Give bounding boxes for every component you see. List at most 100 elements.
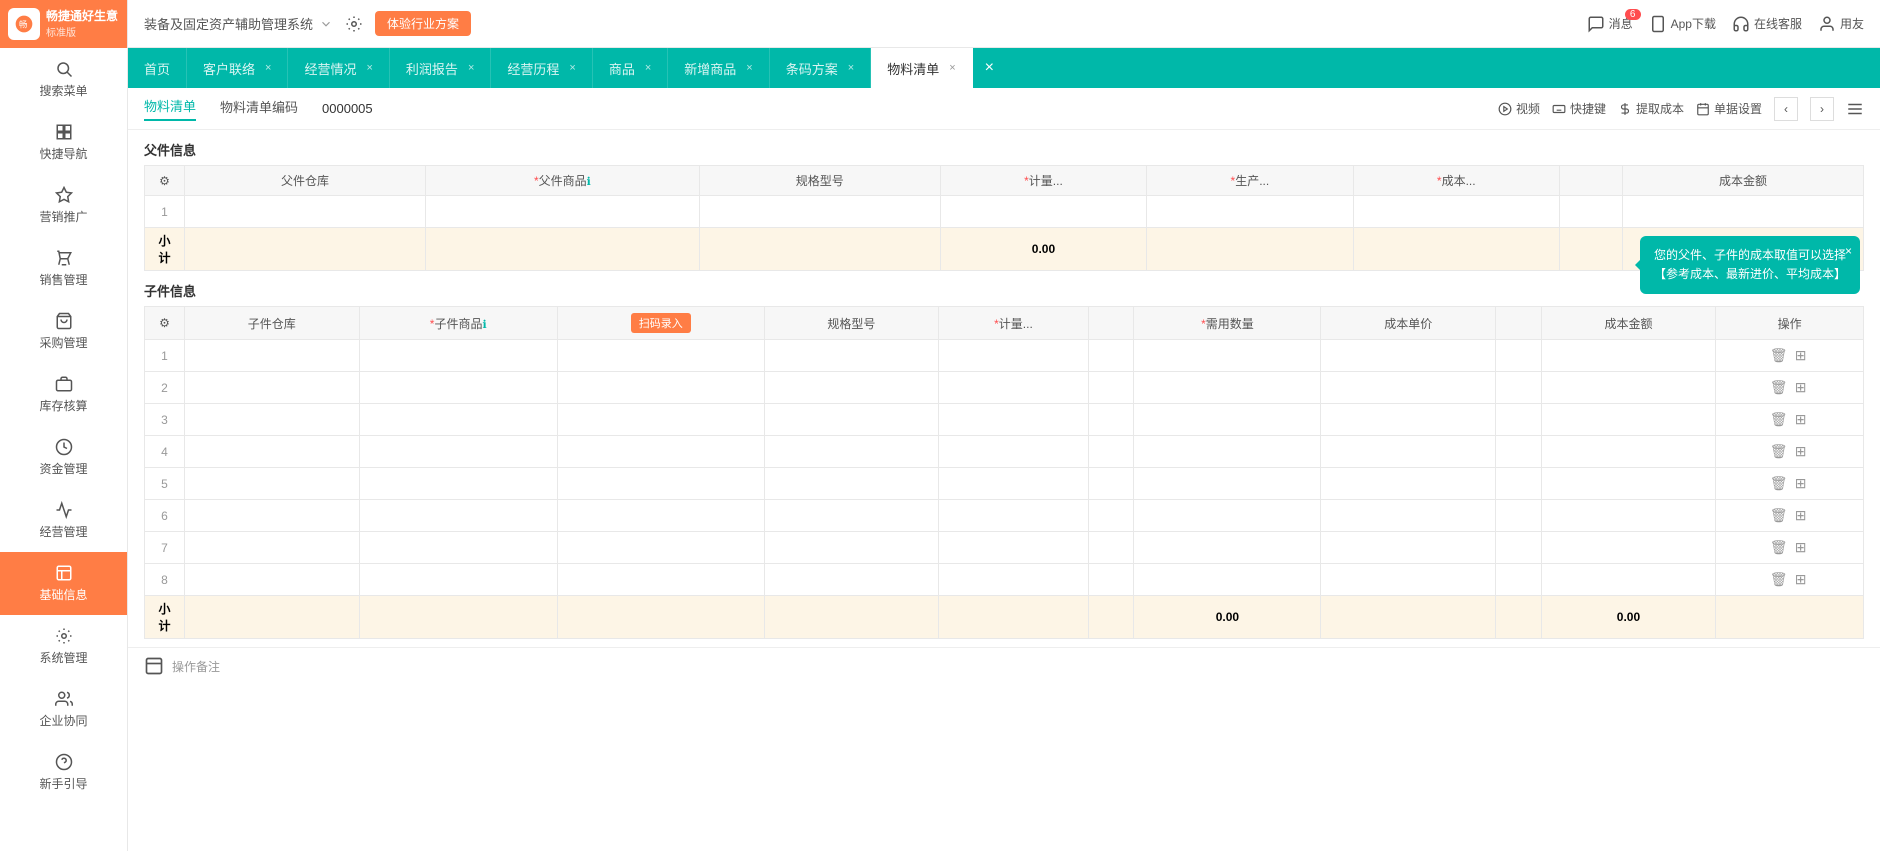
tab-close[interactable]: ×	[468, 62, 474, 74]
copy-icon[interactable]: ⊞	[1793, 348, 1809, 364]
parent-cell-warehouse[interactable]	[185, 196, 426, 228]
tab-close[interactable]: ×	[265, 62, 271, 74]
child-cell-product[interactable]	[359, 372, 557, 404]
child-cell-spec[interactable]	[764, 564, 939, 596]
child-cell-spec[interactable]	[764, 500, 939, 532]
tab-operation[interactable]: 经营情况×	[288, 48, 389, 88]
child-cell-qty[interactable]	[1134, 436, 1321, 468]
parent-cell-produce[interactable]	[1147, 196, 1353, 228]
tab-close[interactable]: ×	[366, 62, 372, 74]
tab-bom[interactable]: 物料清单×	[871, 48, 972, 88]
child-cell-product[interactable]	[359, 500, 557, 532]
copy-icon[interactable]: ⊞	[1793, 444, 1809, 460]
delete-icon[interactable]: 🗑	[1771, 380, 1787, 396]
child-col-scan[interactable]: 扫码录入	[557, 307, 764, 340]
online-service-item[interactable]: 在线客服	[1732, 15, 1802, 33]
sub-tab-code[interactable]: 物料清单编码	[220, 97, 298, 120]
copy-icon[interactable]: ⊞	[1793, 508, 1809, 524]
child-cell-spec[interactable]	[764, 468, 939, 500]
delete-icon[interactable]: 🗑	[1771, 572, 1787, 588]
copy-icon[interactable]: ⊞	[1793, 380, 1809, 396]
child-cell-warehouse[interactable]	[185, 404, 360, 436]
message-icon-item[interactable]: 消息 6	[1587, 15, 1633, 33]
child-cell-spec[interactable]	[764, 436, 939, 468]
sidebar-item-operation[interactable]: 经营管理	[0, 489, 127, 552]
parent-col-settings[interactable]: ⚙	[145, 166, 185, 196]
parent-cell-unit[interactable]	[940, 196, 1146, 228]
child-cell-unit-cost[interactable]	[1321, 532, 1496, 564]
child-cell-spec[interactable]	[764, 404, 939, 436]
child-cell-warehouse[interactable]	[185, 500, 360, 532]
child-cell-unit[interactable]	[939, 468, 1089, 500]
sidebar-item-nav[interactable]: 快捷导航	[0, 111, 127, 174]
child-cell-spec[interactable]	[764, 532, 939, 564]
child-cell-unit-cost[interactable]	[1321, 468, 1496, 500]
settings-icon[interactable]	[345, 15, 363, 33]
sidebar-item-search[interactable]: 搜索菜单	[0, 48, 127, 111]
child-cell-unit[interactable]	[939, 436, 1089, 468]
delete-icon[interactable]: 🗑	[1771, 348, 1787, 364]
child-cell-qty[interactable]	[1134, 404, 1321, 436]
action-shortcut[interactable]: 快捷键	[1552, 100, 1606, 117]
experience-btn[interactable]: 体验行业方案	[375, 11, 471, 36]
sidebar-item-inventory[interactable]: 库存核算	[0, 363, 127, 426]
tab-close[interactable]: ×	[949, 62, 955, 74]
menu-icon[interactable]	[1846, 100, 1864, 118]
child-cell-qty[interactable]	[1134, 468, 1321, 500]
sidebar-item-sales[interactable]: 销售管理	[0, 237, 127, 300]
delete-icon[interactable]: 🗑	[1771, 476, 1787, 492]
tab-barcode[interactable]: 条码方案×	[770, 48, 871, 88]
sidebar-item-basic[interactable]: 基础信息	[0, 552, 127, 615]
child-cell-unit[interactable]	[939, 532, 1089, 564]
child-cell-product[interactable]	[359, 532, 557, 564]
child-cell-warehouse[interactable]	[185, 468, 360, 500]
tooltip-close[interactable]: ×	[1845, 242, 1852, 261]
child-cell-qty[interactable]	[1134, 500, 1321, 532]
pagination-prev[interactable]: ‹	[1774, 97, 1798, 121]
child-cell-qty[interactable]	[1134, 340, 1321, 372]
child-cell-unit-cost[interactable]	[1321, 500, 1496, 532]
child-cell-warehouse[interactable]	[185, 564, 360, 596]
parent-cell-product[interactable]	[425, 196, 699, 228]
child-cell-spec[interactable]	[764, 340, 939, 372]
tab-close[interactable]: ×	[848, 62, 854, 74]
copy-icon[interactable]: ⊞	[1793, 540, 1809, 556]
parent-cell-spec[interactable]	[699, 196, 940, 228]
child-cell-spec[interactable]	[764, 372, 939, 404]
delete-icon[interactable]: 🗑	[1771, 540, 1787, 556]
copy-icon[interactable]: ⊞	[1793, 572, 1809, 588]
tab-product[interactable]: 商品×	[593, 48, 668, 88]
sub-tab-bom[interactable]: 物料清单	[144, 96, 196, 121]
tab-home[interactable]: 首页	[128, 48, 187, 88]
child-cell-product[interactable]	[359, 404, 557, 436]
child-cell-qty[interactable]	[1134, 372, 1321, 404]
user-item[interactable]: 用友	[1818, 15, 1864, 33]
child-cell-product[interactable]	[359, 564, 557, 596]
sidebar-item-system[interactable]: 系统管理	[0, 615, 127, 678]
child-cell-unit[interactable]	[939, 404, 1089, 436]
tab-close[interactable]: ×	[569, 62, 575, 74]
app-download-item[interactable]: App下载	[1649, 15, 1716, 33]
sidebar-item-finance[interactable]: 资金管理	[0, 426, 127, 489]
child-cell-unit[interactable]	[939, 564, 1089, 596]
delete-icon[interactable]: 🗑	[1771, 508, 1787, 524]
parent-cell-cost[interactable]	[1353, 196, 1559, 228]
tab-close[interactable]: ×	[645, 62, 651, 74]
child-cell-unit-cost[interactable]	[1321, 404, 1496, 436]
copy-icon[interactable]: ⊞	[1793, 476, 1809, 492]
action-setting[interactable]: 单据设置	[1696, 100, 1762, 117]
tab-close[interactable]: ×	[746, 62, 752, 74]
child-cell-qty[interactable]	[1134, 532, 1321, 564]
child-cell-unit-cost[interactable]	[1321, 436, 1496, 468]
tab-new-product[interactable]: 新增商品×	[668, 48, 769, 88]
child-cell-product[interactable]	[359, 436, 557, 468]
sidebar-item-purchase[interactable]: 采购管理	[0, 300, 127, 363]
sidebar-item-promo[interactable]: 营销推广	[0, 174, 127, 237]
sidebar-item-enterprise[interactable]: 企业协同	[0, 678, 127, 741]
delete-icon[interactable]: 🗑	[1771, 412, 1787, 428]
action-cost[interactable]: 提取成本	[1618, 100, 1684, 117]
tab-history[interactable]: 经营历程×	[491, 48, 592, 88]
child-cell-unit-cost[interactable]	[1321, 564, 1496, 596]
child-cell-warehouse[interactable]	[185, 372, 360, 404]
pagination-next[interactable]: ›	[1810, 97, 1834, 121]
